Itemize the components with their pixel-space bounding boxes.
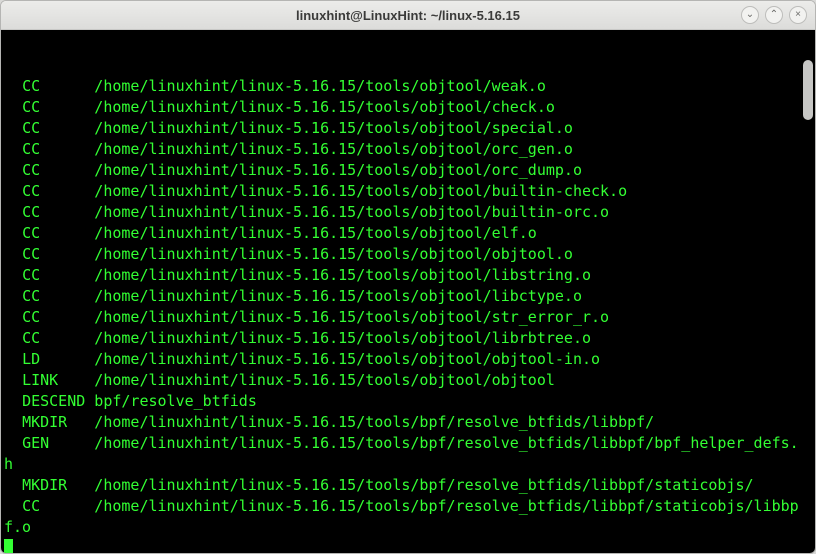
terminal-output: CC /home/linuxhint/linux-5.16.15/tools/o… [4,76,812,553]
terminal-viewport[interactable]: CC /home/linuxhint/linux-5.16.15/tools/o… [1,30,815,553]
maximize-button[interactable]: ⌃ [765,6,783,24]
terminal-line: CC /home/linuxhint/linux-5.16.15/tools/o… [4,328,812,349]
terminal-line: DESCEND bpf/resolve_btfids [4,391,812,412]
terminal-line: MKDIR /home/linuxhint/linux-5.16.15/tool… [4,475,812,496]
terminal-window: linuxhint@LinuxHint: ~/linux-5.16.15 ⌄ ⌃… [0,0,816,554]
scrollbar[interactable] [803,60,813,551]
window-controls: ⌄ ⌃ × [741,6,815,24]
terminal-line: CC /home/linuxhint/linux-5.16.15/tools/o… [4,223,812,244]
terminal-line: CC /home/linuxhint/linux-5.16.15/tools/b… [4,496,812,517]
terminal-line: CC /home/linuxhint/linux-5.16.15/tools/o… [4,139,812,160]
terminal-line: LINK /home/linuxhint/linux-5.16.15/tools… [4,370,812,391]
terminal-line: CC /home/linuxhint/linux-5.16.15/tools/o… [4,160,812,181]
terminal-line: LD /home/linuxhint/linux-5.16.15/tools/o… [4,349,812,370]
terminal-line: h [4,454,812,475]
titlebar[interactable]: linuxhint@LinuxHint: ~/linux-5.16.15 ⌄ ⌃… [1,1,815,30]
terminal-line: CC /home/linuxhint/linux-5.16.15/tools/o… [4,286,812,307]
minimize-button[interactable]: ⌄ [741,6,759,24]
terminal-line: f.o [4,517,812,538]
terminal-line: CC /home/linuxhint/linux-5.16.15/tools/o… [4,118,812,139]
terminal-line: CC /home/linuxhint/linux-5.16.15/tools/o… [4,265,812,286]
terminal-line: CC /home/linuxhint/linux-5.16.15/tools/o… [4,76,812,97]
window-title: linuxhint@LinuxHint: ~/linux-5.16.15 [1,8,815,23]
close-button[interactable]: × [789,6,807,24]
terminal-line: GEN /home/linuxhint/linux-5.16.15/tools/… [4,433,812,454]
terminal-line: CC /home/linuxhint/linux-5.16.15/tools/o… [4,97,812,118]
terminal-line: CC /home/linuxhint/linux-5.16.15/tools/o… [4,181,812,202]
scrollbar-thumb[interactable] [803,60,813,120]
terminal-line: MKDIR /home/linuxhint/linux-5.16.15/tool… [4,412,812,433]
terminal-line: CC /home/linuxhint/linux-5.16.15/tools/o… [4,244,812,265]
cursor [4,539,13,553]
terminal-line: CC /home/linuxhint/linux-5.16.15/tools/o… [4,307,812,328]
terminal-cursor-line [4,538,812,553]
terminal-line: CC /home/linuxhint/linux-5.16.15/tools/o… [4,202,812,223]
